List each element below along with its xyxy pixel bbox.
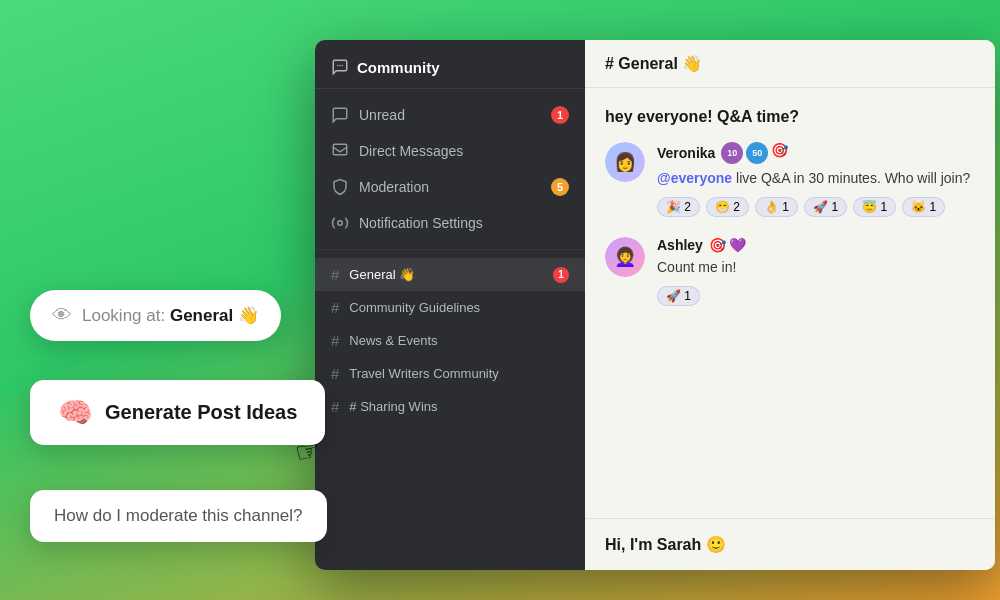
- reaction-ok[interactable]: 👌 1: [755, 197, 798, 217]
- unread-badge: 1: [551, 106, 569, 124]
- generate-button-label: Generate Post Ideas: [105, 401, 297, 424]
- svg-point-0: [337, 65, 339, 67]
- message-ashley: 👩‍🦱 Ashley 🎯 💜 Count me in! 🚀 1: [605, 237, 975, 306]
- message-text-ashley: Count me in!: [657, 257, 975, 278]
- badge-emoji-ashley-2: 💜: [729, 237, 746, 253]
- footer-greeting: Hi, I'm Sarah 🙂: [605, 536, 726, 553]
- notification-settings-label: Notification Settings: [359, 215, 483, 231]
- veronika-reactions: 🎉 2 😁 2 👌 1 🚀 1 😇 1 🐱 1: [657, 197, 975, 217]
- author-veronika: Veronika: [657, 145, 715, 161]
- sidebar-item-general[interactable]: # General 👋 1: [315, 258, 585, 291]
- sidebar-item-notification-settings[interactable]: Notification Settings: [315, 205, 585, 241]
- sidebar-item-travel-writers[interactable]: # Travel Writers Community: [315, 357, 585, 390]
- chat-section-title: hey everyone! Q&A time?: [605, 108, 975, 126]
- chat-header-title: # General 👋: [605, 54, 702, 73]
- author-ashley: Ashley: [657, 237, 703, 253]
- how-to-bubble: How do I moderate this channel?: [30, 490, 327, 542]
- unread-label: Unread: [359, 107, 405, 123]
- generate-icon: 🧠: [58, 396, 93, 429]
- reaction-party[interactable]: 🎉 2: [657, 197, 700, 217]
- chat-area: # General 👋 hey everyone! Q&A time? 👩 Ve…: [585, 40, 995, 570]
- looking-at-text: Looking at: General 👋: [82, 305, 259, 326]
- sidebar-community-label: Community: [331, 58, 569, 76]
- svg-point-4: [338, 221, 343, 226]
- svg-point-2: [342, 65, 344, 67]
- chat-messages: hey everyone! Q&A time? 👩 Veronika 10 50…: [585, 88, 995, 518]
- main-window: Community Unread 1 Direct Messages: [315, 40, 995, 570]
- ashley-badges: 🎯 💜: [709, 237, 746, 253]
- sidebar-item-sharing-wins[interactable]: # # Sharing Wins: [315, 390, 585, 423]
- sidebar-item-unread[interactable]: Unread 1: [315, 97, 585, 133]
- chat-footer: Hi, I'm Sarah 🙂: [585, 518, 995, 570]
- sidebar-item-direct-messages[interactable]: Direct Messages: [315, 133, 585, 169]
- message-veronika: 👩 Veronika 10 50 🎯 @everyone live Q&A in…: [605, 142, 975, 217]
- sidebar-item-moderation[interactable]: Moderation 5: [315, 169, 585, 205]
- chat-header: # General 👋: [585, 40, 995, 88]
- badge-50: 50: [746, 142, 768, 164]
- dm-label: Direct Messages: [359, 143, 463, 159]
- avatar-veronika: 👩: [605, 142, 645, 182]
- eye-icon: 👁: [52, 304, 72, 327]
- generate-post-ideas-button[interactable]: 🧠 Generate Post Ideas: [30, 380, 325, 445]
- badge-emoji-ashley-1: 🎯: [709, 237, 726, 253]
- avatar-ashley: 👩‍🦱: [605, 237, 645, 277]
- veronika-badges: 10 50 🎯: [721, 142, 788, 164]
- general-badge: 1: [553, 267, 569, 283]
- badge-emoji-veronika: 🎯: [771, 142, 788, 164]
- how-to-text: How do I moderate this channel?: [54, 506, 303, 525]
- sidebar-item-news-events[interactable]: # News & Events: [315, 324, 585, 357]
- moderation-badge: 5: [551, 178, 569, 196]
- reaction-cat[interactable]: 🐱 1: [902, 197, 945, 217]
- ashley-reactions: 🚀 1: [657, 286, 975, 306]
- svg-point-1: [339, 65, 341, 67]
- message-text-veronika: @everyone live Q&A in 30 minutes. Who wi…: [657, 168, 975, 189]
- looking-at-bubble: 👁 Looking at: General 👋: [30, 290, 281, 341]
- sidebar-nav: Unread 1 Direct Messages Moderation 5: [315, 89, 585, 249]
- moderation-label: Moderation: [359, 179, 429, 195]
- looking-at-location: General: [170, 306, 233, 325]
- badge-10: 10: [721, 142, 743, 164]
- sidebar: Community Unread 1 Direct Messages: [315, 40, 585, 570]
- reaction-ashley-rocket[interactable]: 🚀 1: [657, 286, 700, 306]
- sidebar-header: Community: [315, 40, 585, 89]
- reaction-angel[interactable]: 😇 1: [853, 197, 896, 217]
- sidebar-channels: # General 👋 1 # Community Guidelines # N…: [315, 249, 585, 431]
- reaction-rocket[interactable]: 🚀 1: [804, 197, 847, 217]
- sidebar-item-community-guidelines[interactable]: # Community Guidelines: [315, 291, 585, 324]
- reaction-grin[interactable]: 😁 2: [706, 197, 749, 217]
